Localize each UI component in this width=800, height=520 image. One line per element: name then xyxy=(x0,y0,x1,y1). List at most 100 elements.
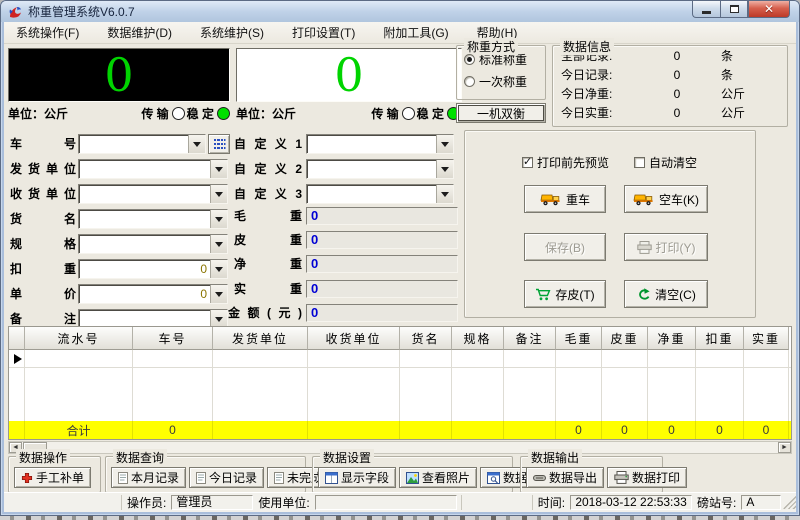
truck-icon xyxy=(540,192,562,206)
unit-label: 单位： xyxy=(236,106,273,121)
store-tare-button[interactable]: 存皮(T) xyxy=(524,280,606,308)
maximize-icon xyxy=(729,5,739,13)
scale1-display: 0 xyxy=(8,48,230,102)
data-export-button[interactable]: 数据导出 xyxy=(526,467,605,488)
info-unit: 条 xyxy=(721,49,734,63)
goods-combo[interactable] xyxy=(78,209,228,229)
info-unit: 公斤 xyxy=(721,106,746,120)
dropdown-arrow-icon[interactable] xyxy=(210,235,227,253)
menu-system-maintain[interactable]: 系统维护(S) xyxy=(194,22,270,43)
title-bar[interactable]: 称重管理系统V6.0.7 ✕ xyxy=(1,1,799,22)
group-title: 数据输出 xyxy=(528,449,583,466)
data-settings-group: 数据设置 显示字段 查看照片 数据查询 xyxy=(312,449,559,493)
dropdown-arrow-icon[interactable] xyxy=(436,135,453,153)
photo-icon xyxy=(406,471,420,484)
dropdown-arrow-icon[interactable] xyxy=(436,160,453,178)
maximize-button[interactable] xyxy=(720,1,748,18)
dual-scale-button[interactable]: 一机双衡 xyxy=(456,103,546,123)
receiver-combo[interactable] xyxy=(78,184,228,204)
unit-price-combo[interactable]: 0 xyxy=(78,284,228,304)
dropdown-arrow-icon[interactable] xyxy=(436,185,453,203)
spec-combo[interactable] xyxy=(78,234,228,254)
col-tare[interactable]: 皮重 xyxy=(602,327,648,350)
minimize-button[interactable] xyxy=(692,1,720,18)
dropdown-arrow-icon[interactable] xyxy=(210,260,227,278)
col-goods[interactable]: 货名 xyxy=(400,327,452,350)
custom2-combo[interactable] xyxy=(306,159,454,179)
table-body[interactable] xyxy=(9,350,791,421)
month-records-label: 本月记录 xyxy=(131,471,180,485)
dropdown-arrow-icon[interactable] xyxy=(210,185,227,203)
menu-data-maintain[interactable]: 数据维护(D) xyxy=(101,22,178,43)
info-value: 0 xyxy=(673,49,681,63)
empty-truck-button[interactable]: 空车(K) xyxy=(624,185,708,213)
sender-combo[interactable] xyxy=(78,159,228,179)
operator-value: 管理员 xyxy=(171,495,254,510)
window-controls: ✕ xyxy=(692,1,790,18)
heavy-truck-button[interactable]: 重车 xyxy=(524,185,606,213)
total-deduct: 0 xyxy=(696,421,744,439)
menu-system[interactable]: 系统操作(F) xyxy=(10,22,85,43)
save-label: 保存(B) xyxy=(545,240,585,255)
view-photo-label: 查看照片 xyxy=(422,471,471,485)
save-button[interactable]: 保存(B) xyxy=(524,233,606,261)
empty-truck-label: 空车(K) xyxy=(659,192,699,207)
auto-clear-checkbox[interactable]: 自动清空 xyxy=(634,154,697,171)
col-actual[interactable]: 实重 xyxy=(744,327,789,350)
unit-value: 公斤 xyxy=(272,106,297,121)
close-button[interactable]: ✕ xyxy=(748,1,790,18)
scroll-right-button[interactable]: ► xyxy=(778,442,791,453)
manual-entry-button[interactable]: 手工补单 xyxy=(14,467,92,488)
preview-before-print-checkbox[interactable]: 打印前先预览 xyxy=(522,154,609,171)
label-unit-price: 单价 xyxy=(10,287,76,301)
weigh-mode-title: 称重方式 xyxy=(464,38,519,55)
total-cell xyxy=(504,421,556,439)
close-icon: ✕ xyxy=(763,2,775,16)
custom1-combo[interactable] xyxy=(306,134,454,154)
col-remark[interactable]: 备注 xyxy=(504,327,556,350)
col-serial[interactable]: 流水号 xyxy=(25,327,133,350)
window-title: 称重管理系统V6.0.7 xyxy=(28,5,135,19)
cart-icon xyxy=(535,288,551,301)
col-deduct[interactable]: 扣重 xyxy=(696,327,744,350)
resize-grip[interactable] xyxy=(783,496,796,509)
data-info-group: 数据信息 全部记录: 0 条 今日记录: 0 条 今日净重: 0 公斤 今日实重… xyxy=(552,38,788,127)
col-net[interactable]: 净重 xyxy=(648,327,696,350)
station-label: 磅站号: xyxy=(697,496,737,510)
dropdown-arrow-icon[interactable] xyxy=(210,285,227,303)
col-gross[interactable]: 毛重 xyxy=(556,327,602,350)
col-truck-no[interactable]: 车号 xyxy=(133,327,213,350)
menu-extra-tools[interactable]: 附加工具(G) xyxy=(377,22,454,43)
col-spec[interactable]: 规格 xyxy=(452,327,504,350)
station-value: A xyxy=(741,495,781,510)
print-button[interactable]: 打印(Y) xyxy=(624,233,708,261)
red-plus-icon xyxy=(21,472,33,484)
truck-no-combo[interactable] xyxy=(78,134,206,154)
deduct-weight-combo[interactable]: 0 xyxy=(78,259,228,279)
show-fields-button[interactable]: 显示字段 xyxy=(318,467,397,488)
clear-button[interactable]: 清空(C) xyxy=(624,280,708,308)
custom3-combo[interactable] xyxy=(306,184,454,204)
col-receiver[interactable]: 收货单位 xyxy=(308,327,400,350)
document-icon xyxy=(118,471,128,484)
view-photo-button[interactable]: 查看照片 xyxy=(399,467,478,488)
radio-once-weigh[interactable]: 一次称重 xyxy=(464,73,545,90)
minimize-icon xyxy=(702,11,711,14)
col-sender[interactable]: 发货单位 xyxy=(213,327,308,350)
dropdown-arrow-icon[interactable] xyxy=(210,210,227,228)
dropdown-arrow-icon[interactable] xyxy=(188,135,205,153)
info-label: 今日记录: xyxy=(561,68,613,82)
dropdown-arrow-icon[interactable] xyxy=(210,160,227,178)
total-cell xyxy=(400,421,452,439)
truck-list-button[interactable] xyxy=(208,134,230,154)
transfer-lamp-icon xyxy=(401,106,415,120)
month-records-button[interactable]: 本月记录 xyxy=(111,467,187,488)
today-records-button[interactable]: 今日记录 xyxy=(189,467,265,488)
data-print-button[interactable]: 数据打印 xyxy=(607,467,688,488)
menu-print-setup[interactable]: 打印设置(T) xyxy=(286,22,361,43)
label-amount: 金额(元) xyxy=(228,306,302,320)
stable-lamp-icon xyxy=(217,106,230,120)
label-truck-no: 车号 xyxy=(10,137,76,151)
app-icon xyxy=(8,5,23,19)
menu-bar: 系统操作(F) 数据维护(D) 系统维护(S) 打印设置(T) 附加工具(G) … xyxy=(4,22,796,44)
